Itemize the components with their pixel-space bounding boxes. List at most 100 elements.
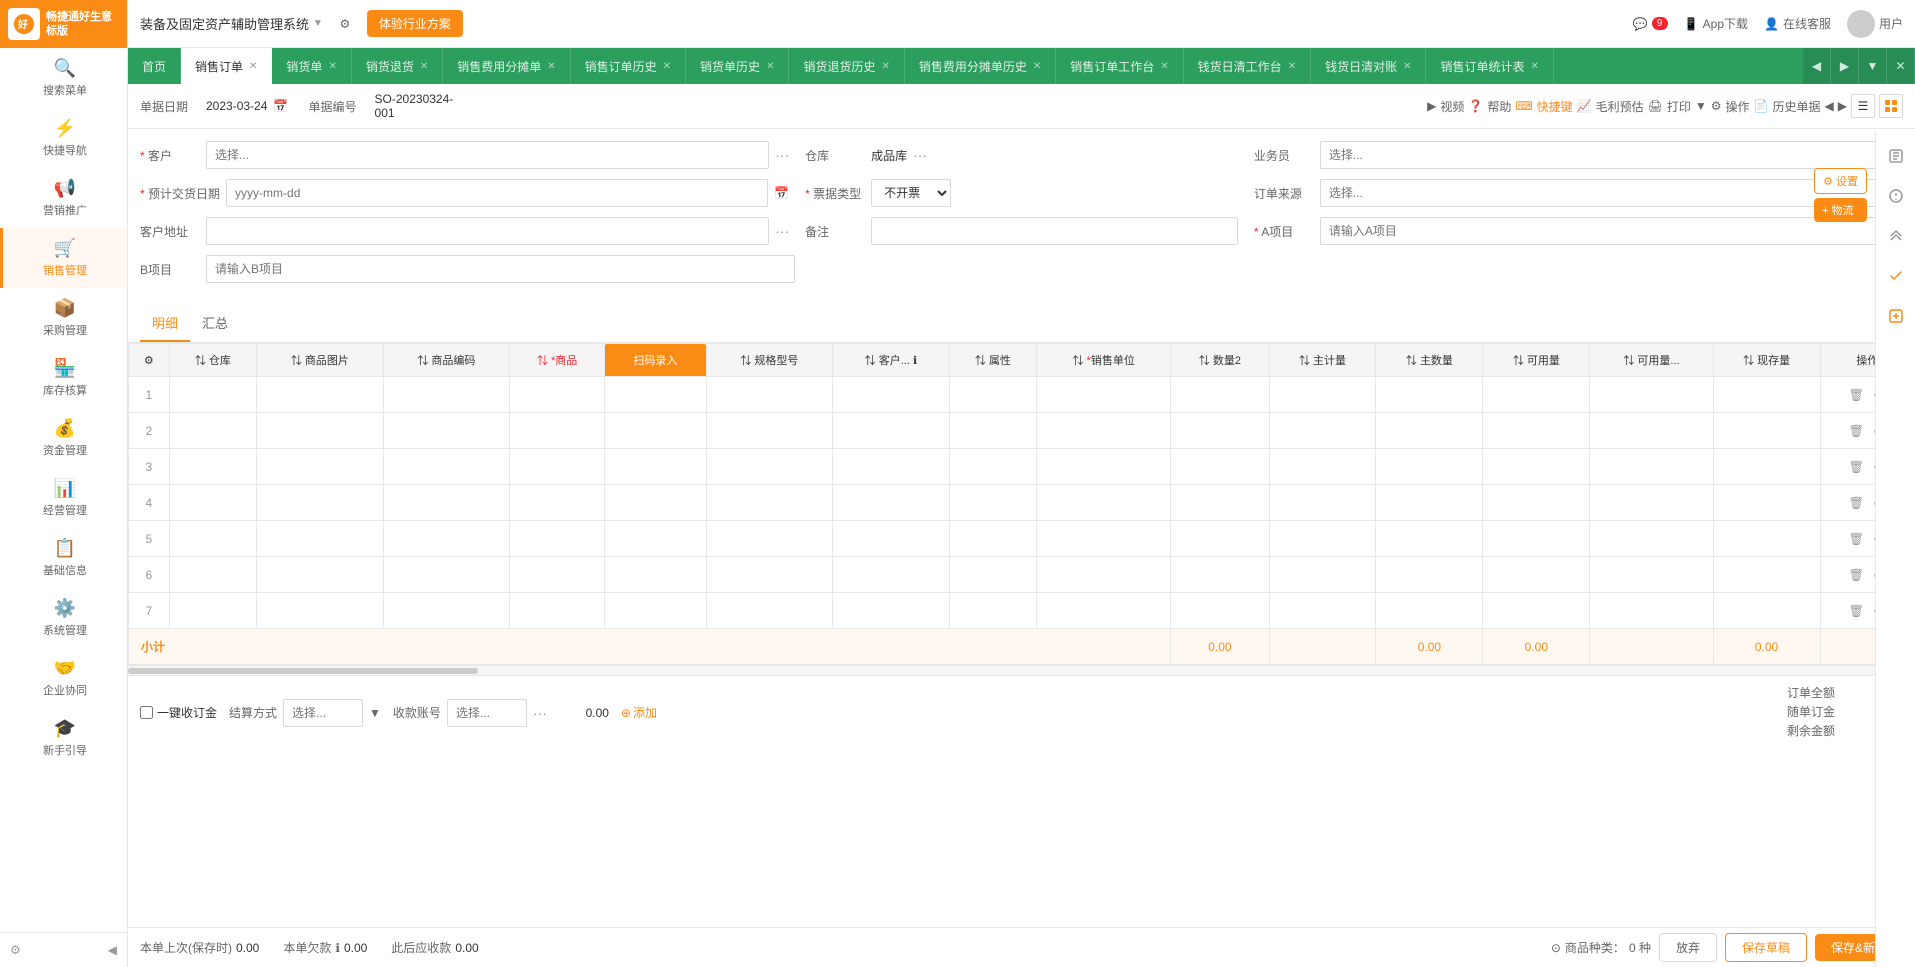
- tab-scroll-left[interactable]: ◀: [1803, 48, 1831, 84]
- row-1-warehouse[interactable]: [169, 377, 256, 413]
- row-2-unit[interactable]: [1037, 413, 1171, 449]
- add-payment-btn[interactable]: ⊕ 添加: [621, 704, 657, 721]
- remarks-input[interactable]: [871, 217, 1238, 245]
- invoice-type-select[interactable]: 不开票: [871, 179, 951, 207]
- row-2-available[interactable]: [1483, 413, 1590, 449]
- b-project-input[interactable]: [206, 255, 795, 283]
- row-1-delete-icon[interactable]: 🗑: [1847, 386, 1865, 404]
- tab-sales-invoice-close[interactable]: ✕: [328, 61, 336, 72]
- row-2-customer-code[interactable]: [833, 413, 950, 449]
- tab-sales-order-history[interactable]: 销售订单历史 ✕: [571, 48, 686, 84]
- tab-summary[interactable]: 汇总: [190, 305, 240, 342]
- float-icon-4[interactable]: [1880, 260, 1912, 292]
- system-title[interactable]: 装备及固定资产辅助管理系统 ▼: [140, 14, 323, 33]
- tab-scroll-right[interactable]: ▶: [1831, 48, 1859, 84]
- row-1-spec[interactable]: [706, 377, 833, 413]
- tab-sales-fee-split-close[interactable]: ✕: [547, 61, 555, 72]
- row-5-delete-icon[interactable]: 🗑: [1847, 530, 1865, 548]
- row-1-customer-code[interactable]: [833, 377, 950, 413]
- tab-sales-fee-split-history-close[interactable]: ✕: [1033, 61, 1041, 72]
- delivery-date-calendar-icon[interactable]: 📅: [774, 186, 789, 200]
- tab-sales-summary[interactable]: 销售订单统计表 ✕: [1426, 48, 1553, 84]
- history-nav-left[interactable]: ◀: [1825, 99, 1834, 113]
- float-icon-2[interactable]: [1880, 180, 1912, 212]
- tab-sales-invoice-history[interactable]: 销货单历史 ✕: [686, 48, 789, 84]
- settings-action-btn[interactable]: ⚙ 设置: [1814, 168, 1867, 194]
- row-1-image[interactable]: [257, 377, 384, 413]
- discard-button[interactable]: 放弃: [1659, 933, 1717, 962]
- customer-address-dots[interactable]: ···: [775, 223, 789, 239]
- sidebar-item-guide[interactable]: 🎓 新手引导: [0, 708, 127, 768]
- panel-btn-settings[interactable]: [1879, 94, 1903, 118]
- sidebar-item-finance[interactable]: 💰 资金管理: [0, 408, 127, 468]
- sidebar-item-sales[interactable]: 🛒 销售管理: [0, 228, 127, 288]
- tab-sales-summary-close[interactable]: ✕: [1531, 61, 1539, 72]
- tab-sales-order-workspace[interactable]: 销售订单工作台 ✕: [1056, 48, 1183, 84]
- toolbar-print-item[interactable]: 🖨 打印 ▼: [1648, 98, 1707, 115]
- row-1-main-unit[interactable]: [1269, 377, 1376, 413]
- payment-method-arrow[interactable]: ▼: [369, 706, 381, 720]
- tab-sales-order-history-close[interactable]: ✕: [663, 61, 671, 72]
- tab-cash-reconcile-close[interactable]: ✕: [1403, 61, 1411, 72]
- sidebar-item-system[interactable]: ⚙️ 系统管理: [0, 588, 127, 648]
- col-settings[interactable]: ⚙: [129, 344, 170, 377]
- tab-cash-reconcile[interactable]: 钱货日清对账 ✕: [1311, 48, 1426, 84]
- tab-sales-invoice-history-close[interactable]: ✕: [766, 61, 774, 72]
- row-2-main-qty[interactable]: [1376, 413, 1483, 449]
- scrollbar-thumb[interactable]: [128, 668, 478, 674]
- tab-home[interactable]: 首页: [128, 48, 181, 84]
- panel-btn-list[interactable]: ☰: [1851, 94, 1875, 118]
- sidebar-item-marketing[interactable]: 📢 营销推广: [0, 168, 127, 228]
- sidebar-item-purchase[interactable]: 📦 采购管理: [0, 288, 127, 348]
- tab-menu[interactable]: ▼: [1859, 48, 1887, 84]
- row-3-warehouse[interactable]: [169, 449, 256, 485]
- addon-logistics-btn[interactable]: + 物流: [1814, 198, 1867, 222]
- row-1-qty2[interactable]: [1171, 377, 1269, 413]
- float-icon-5[interactable]: [1880, 300, 1912, 332]
- tab-cash-daily-workspace[interactable]: 钱货日清工作台 ✕: [1184, 48, 1311, 84]
- one-click-checkbox[interactable]: 一键收订金: [140, 704, 217, 721]
- account-dots[interactable]: ···: [533, 705, 547, 721]
- sidebar-collapse-icon[interactable]: ◀: [108, 943, 117, 957]
- row-3-delete-icon[interactable]: 🗑: [1847, 458, 1865, 476]
- tab-sales-fee-split[interactable]: 销售费用分摊单 ✕: [443, 48, 570, 84]
- tab-sales-order-close[interactable]: ✕: [249, 61, 257, 72]
- save-draft-button[interactable]: 保存草稿: [1725, 933, 1807, 962]
- sidebar-item-quicknav[interactable]: ⚡ 快捷导航: [0, 108, 127, 168]
- float-icon-1[interactable]: [1880, 140, 1912, 172]
- tab-sales-invoice[interactable]: 销货单 ✕: [272, 48, 351, 84]
- toolbar-operation-item[interactable]: ⚙ 操作: [1711, 98, 1750, 115]
- row-2-code[interactable]: [383, 413, 510, 449]
- tab-close-all[interactable]: ✕: [1887, 48, 1915, 84]
- row-2-image[interactable]: [257, 413, 384, 449]
- float-icon-3[interactable]: [1880, 220, 1912, 252]
- row-2-delete-icon[interactable]: 🗑: [1847, 422, 1865, 440]
- sidebar-item-basicinfo[interactable]: 📋 基础信息: [0, 528, 127, 588]
- sidebar-item-enterprise[interactable]: 🤝 企业协同: [0, 648, 127, 708]
- row-1-available[interactable]: [1483, 377, 1590, 413]
- payment-method-input[interactable]: [283, 699, 363, 727]
- row-2-main-unit[interactable]: [1269, 413, 1376, 449]
- order-source-input[interactable]: [1320, 179, 1883, 207]
- row-2-qty2[interactable]: [1171, 413, 1269, 449]
- row-4-delete-icon[interactable]: 🗑: [1847, 494, 1865, 512]
- online-service-item[interactable]: 👤 在线客服: [1764, 15, 1831, 32]
- calendar-icon[interactable]: 📅: [273, 99, 288, 113]
- tab-sales-order-workspace-close[interactable]: ✕: [1160, 61, 1168, 72]
- sidebar-settings-icon[interactable]: ⚙: [10, 943, 21, 957]
- tab-cash-daily-workspace-close[interactable]: ✕: [1288, 61, 1296, 72]
- row-2-warehouse[interactable]: [169, 413, 256, 449]
- history-nav-right[interactable]: ▶: [1838, 99, 1847, 113]
- warehouse-dots[interactable]: ···: [913, 147, 927, 163]
- toolbar-shortcut-item[interactable]: ⌨ 快捷键: [1515, 98, 1572, 115]
- row-1-stock[interactable]: [1713, 377, 1820, 413]
- row-1-main-qty[interactable]: [1376, 377, 1483, 413]
- app-download-item[interactable]: 📱 App下载: [1684, 15, 1748, 32]
- row-2-properties[interactable]: [949, 413, 1036, 449]
- row-6-delete-icon[interactable]: 🗑: [1847, 566, 1865, 584]
- tab-sales-fee-split-history[interactable]: 销售费用分摊单历史 ✕: [905, 48, 1056, 84]
- row-2-available2[interactable]: [1590, 413, 1713, 449]
- tab-sales-return-history[interactable]: 销货退货历史 ✕: [789, 48, 904, 84]
- delivery-date-input[interactable]: [226, 179, 768, 207]
- toolbar-profit-item[interactable]: 📈 毛利预估: [1577, 98, 1644, 115]
